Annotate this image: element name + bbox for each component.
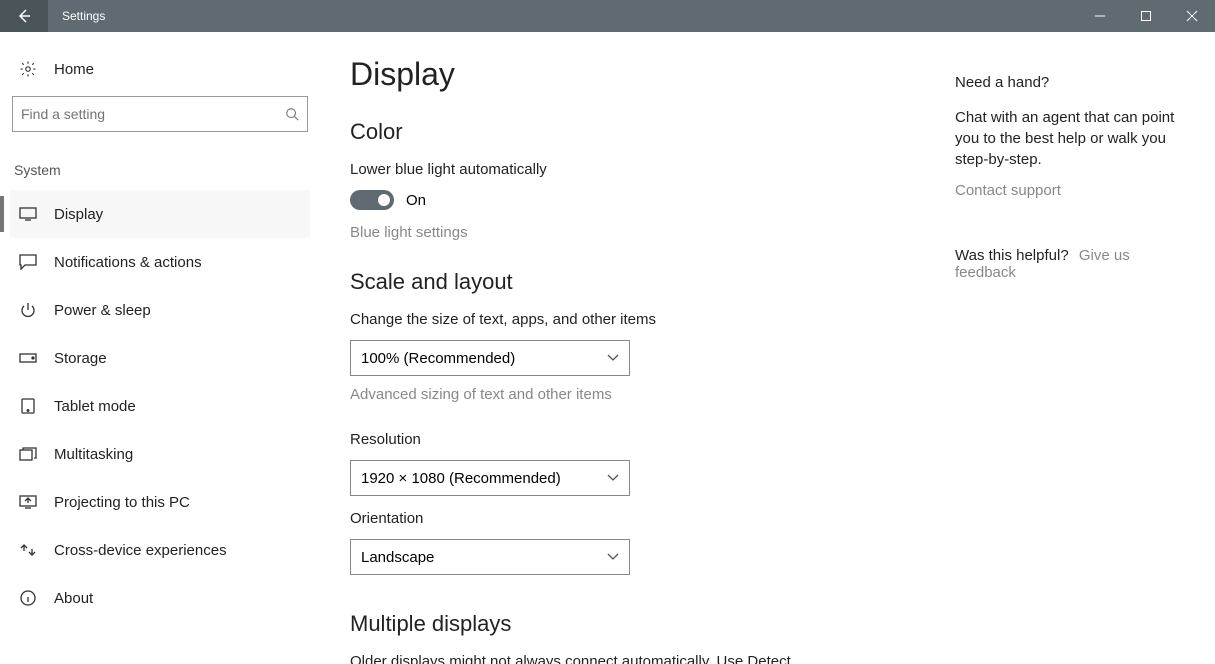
sidebar-item-label: About <box>54 590 93 607</box>
scale-size-label: Change the size of text, apps, and other… <box>350 311 925 328</box>
chat-icon <box>18 254 38 270</box>
blue-light-settings-link[interactable]: Blue light settings <box>350 224 925 241</box>
sidebar-item-label: Projecting to this PC <box>54 494 190 511</box>
info-icon <box>18 590 38 606</box>
sidebar-item-multitasking[interactable]: Multitasking <box>10 430 310 478</box>
back-icon <box>16 8 32 24</box>
chevron-down-icon <box>607 553 619 561</box>
section-color-heading: Color <box>350 119 925 145</box>
orientation-value: Landscape <box>361 549 434 566</box>
sidebar: Home System Display Notifications & acti… <box>0 32 320 664</box>
sidebar-item-storage[interactable]: Storage <box>10 334 310 382</box>
sidebar-item-label: Power & sleep <box>54 302 151 319</box>
home-label: Home <box>54 61 94 78</box>
blue-light-toggle[interactable] <box>350 190 394 210</box>
sidebar-item-notifications[interactable]: Notifications & actions <box>10 238 310 286</box>
help-body: Chat with an agent that can point you to… <box>955 107 1185 170</box>
resolution-dropdown[interactable]: 1920 × 1080 (Recommended) <box>350 460 630 496</box>
minimize-icon <box>1094 10 1106 22</box>
minimize-button[interactable] <box>1077 0 1123 32</box>
project-icon <box>18 495 38 509</box>
sidebar-item-about[interactable]: About <box>10 574 310 622</box>
resolution-label: Resolution <box>350 431 925 448</box>
sidebar-item-label: Cross-device experiences <box>54 542 227 559</box>
close-button[interactable] <box>1169 0 1215 32</box>
orientation-label: Orientation <box>350 510 925 527</box>
orientation-dropdown[interactable]: Landscape <box>350 539 630 575</box>
sidebar-item-power[interactable]: Power & sleep <box>10 286 310 334</box>
feedback-question: Was this helpful? <box>955 247 1069 264</box>
help-heading: Need a hand? <box>955 74 1185 91</box>
search-icon <box>285 107 299 121</box>
power-icon <box>18 302 38 318</box>
scale-size-dropdown[interactable]: 100% (Recommended) <box>350 340 630 376</box>
sidebar-item-tablet[interactable]: Tablet mode <box>10 382 310 430</box>
contact-support-link[interactable]: Contact support <box>955 182 1185 199</box>
help-pane: Need a hand? Chat with an agent that can… <box>925 56 1185 664</box>
category-label: System <box>10 132 310 190</box>
maximize-button[interactable] <box>1123 0 1169 32</box>
gear-icon <box>18 60 38 78</box>
main-content: Display Color Lower blue light automatic… <box>320 32 1215 664</box>
maximize-icon <box>1140 10 1152 22</box>
multitasking-icon <box>18 447 38 461</box>
storage-icon <box>18 353 38 363</box>
scale-size-value: 100% (Recommended) <box>361 350 515 367</box>
titlebar: Settings <box>0 0 1215 32</box>
multi-displays-body: Older displays might not always connect … <box>350 653 925 664</box>
sidebar-item-display[interactable]: Display <box>10 190 310 238</box>
window-title: Settings <box>48 9 105 23</box>
cross-device-icon <box>18 542 38 558</box>
chevron-down-icon <box>607 354 619 362</box>
search-input[interactable] <box>21 106 285 122</box>
sidebar-item-label: Notifications & actions <box>54 254 202 271</box>
sidebar-item-label: Display <box>54 206 103 223</box>
sidebar-item-label: Tablet mode <box>54 398 136 415</box>
display-icon <box>18 207 38 221</box>
toggle-knob <box>378 194 390 206</box>
page-title: Display <box>350 56 925 93</box>
sidebar-item-cross-device[interactable]: Cross-device experiences <box>10 526 310 574</box>
section-multi-heading: Multiple displays <box>350 611 925 637</box>
section-scale-heading: Scale and layout <box>350 269 925 295</box>
advanced-sizing-link[interactable]: Advanced sizing of text and other items <box>350 386 925 403</box>
tablet-icon <box>18 398 38 414</box>
back-button[interactable] <box>0 0 48 32</box>
blue-light-toggle-state: On <box>406 192 426 209</box>
chevron-down-icon <box>607 474 619 482</box>
close-icon <box>1186 10 1198 22</box>
sidebar-item-label: Storage <box>54 350 107 367</box>
home-button[interactable]: Home <box>10 52 310 96</box>
blue-light-toggle-label: Lower blue light automatically <box>350 161 925 178</box>
search-input-wrap[interactable] <box>12 96 308 132</box>
sidebar-item-projecting[interactable]: Projecting to this PC <box>10 478 310 526</box>
sidebar-item-label: Multitasking <box>54 446 133 463</box>
resolution-value: 1920 × 1080 (Recommended) <box>361 470 561 487</box>
